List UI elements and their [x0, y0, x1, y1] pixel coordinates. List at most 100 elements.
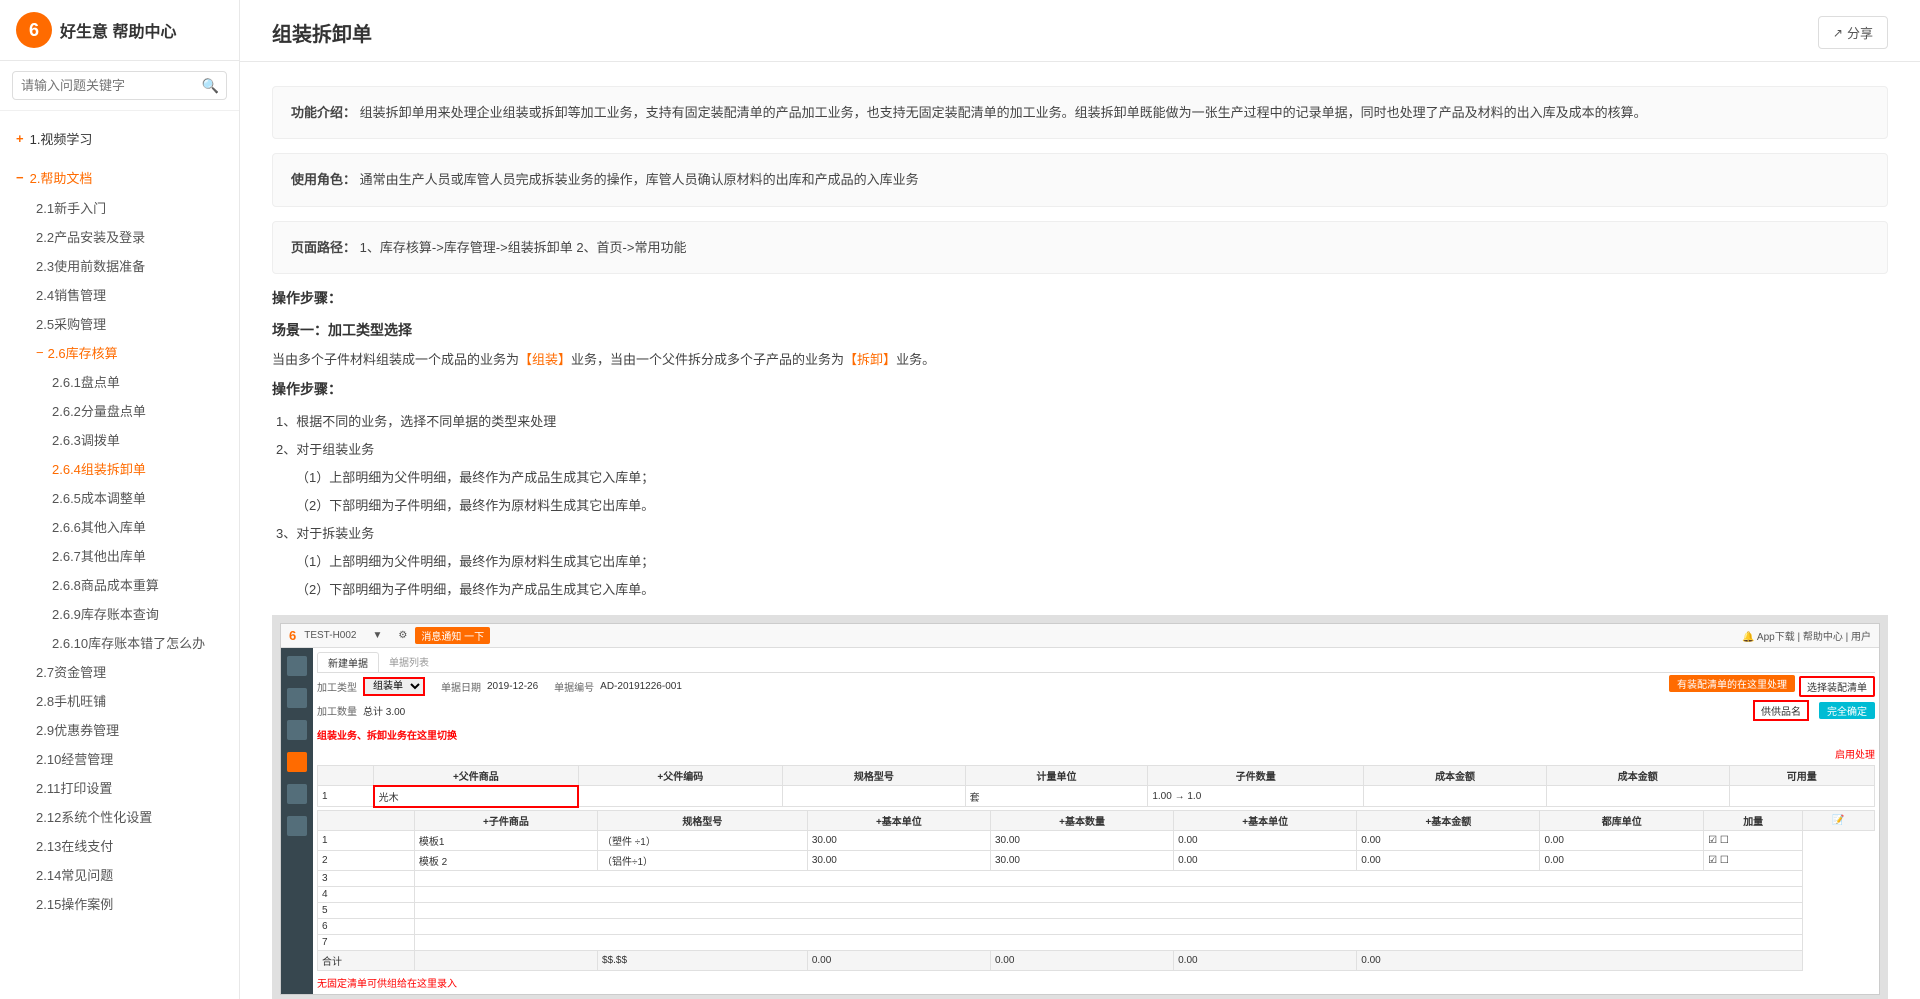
sidebar-item-other-out[interactable]: 2.6.7其他出库单: [0, 541, 239, 570]
func-intro-label: 功能介绍：: [291, 105, 356, 120]
sim-lower-th6: +基本单位: [1174, 810, 1357, 830]
path-text: 1、库存核算->库存管理->组装拆卸单 2、首页->常用功能: [360, 240, 687, 255]
sim-lower-td-empty7: [414, 934, 1802, 950]
sim-th-qty-in: 子件数量: [1148, 765, 1364, 786]
sim-lower-td-idx4: 4: [318, 886, 415, 902]
sidebar-item-videos[interactable]: + 1.视频学习: [0, 123, 239, 154]
sim-type-select[interactable]: 组装单 拆卸单: [363, 677, 425, 696]
sim-lower-td-qty1: 30.00: [990, 830, 1173, 850]
sim-label-qty: 加工数量: [317, 703, 357, 718]
sim-lower-td-extra2: ☑ ☐: [1704, 850, 1803, 870]
sidebar-item-inv-ledger[interactable]: 2.6.9库存账本查询: [0, 599, 239, 628]
sim-toggle-row: 组装业务、拆卸业务在这里切换: [317, 727, 1875, 742]
sidebar-item-inv-error[interactable]: 2.6.10库存账本错了怎么办: [0, 628, 239, 657]
screenshot-wrapper: 6 TEST-H002 ▼ ⚙ 消息通知 一下 🔔 App下载 | 帮助中心 |…: [272, 615, 1888, 999]
sim-date-val: 2019-12-26: [487, 681, 538, 692]
sidebar-item-cases[interactable]: 2.15操作案例: [0, 889, 239, 918]
step3: 3、对于拆装业务: [276, 521, 1888, 547]
sim-qiyong-input: 供供品名: [1753, 700, 1809, 721]
sim-th-parent-goods: +父件商品: [374, 765, 578, 786]
annotation-no-bom: 无固定清单可供组给在这里录入: [317, 979, 457, 990]
search-input[interactable]: [12, 71, 227, 100]
sim-lower-row-4: 4: [318, 886, 1875, 902]
sim-lower-td-inv2: 0.00: [1540, 850, 1704, 870]
sidebar-item-personalize[interactable]: 2.12系统个性化设置: [0, 802, 239, 831]
sim-lower-td-idx5: 5: [318, 902, 415, 918]
sim-select-bom-btn[interactable]: 选择装配清单: [1799, 676, 1875, 697]
sim-tabs: 新建单据 单据列表: [317, 652, 1875, 673]
sidebar-item-data-prep[interactable]: 2.3使用前数据准备: [0, 251, 239, 280]
sidebar-item-cost-recalc[interactable]: 2.6.8商品成本重算: [0, 570, 239, 599]
sim-lower-td-base1: 0.00: [1357, 830, 1540, 850]
sim-lower-td-spec2: （铝件÷1）: [598, 850, 808, 870]
sidebar-nav: + 1.视频学习 − 2.帮助文档 2.1新手入门 2.2产品安装及登录 2.3…: [0, 111, 239, 999]
main-header: 组装拆卸单 ↗ 分享: [240, 0, 1920, 62]
sim-lower-td-amt1: 0.00: [1174, 830, 1357, 850]
sidebar-item-faq[interactable]: 2.14常见问题: [0, 860, 239, 889]
sidebar-item-assembly[interactable]: 2.6.4组装拆卸单: [0, 454, 239, 483]
highlight-assemble: 【组装】: [519, 352, 571, 367]
sim-lower-th8: 都库单位: [1540, 810, 1704, 830]
sidebar-item-newbie[interactable]: 2.1新手入门: [0, 193, 239, 222]
share-button[interactable]: ↗ 分享: [1818, 16, 1888, 49]
sim-tab-inactive: 单据列表: [379, 652, 439, 672]
sidebar-item-cost-adjust[interactable]: 2.6.5成本调整单: [0, 483, 239, 512]
sim-qiyong-label: 供供品名: [1761, 707, 1801, 718]
sim-lower-td-empty6: [414, 918, 1802, 934]
sim-th-unit-cost: 成本金额: [1546, 765, 1729, 786]
share-label: 分享: [1847, 23, 1873, 42]
sidebar-item-mobile[interactable]: 2.8手机旺铺: [0, 686, 239, 715]
sim-confirm-btn[interactable]: 完全确定: [1819, 702, 1875, 719]
sidebar-item-transfer[interactable]: 2.6.3调拨单: [0, 425, 239, 454]
sim-lower-td-qty2: 30.00: [990, 850, 1173, 870]
sim-lower-th9: 加量: [1704, 810, 1803, 830]
sidebar-item-partial-stocktake[interactable]: 2.6.2分量盘点单: [0, 396, 239, 425]
annotation-bom: 有装配清单的在这里处理: [1669, 675, 1795, 692]
ops-section: 操作步骤： 场景一：加工类型选择 当由多个子件材料组装成一个成品的业务为【组装】…: [272, 288, 1888, 603]
sim-lower-td-idx2: 2: [318, 850, 415, 870]
page-title: 组装拆卸单: [272, 18, 372, 47]
step2: 2、对于组装业务: [276, 437, 1888, 463]
func-intro-text: 组装拆卸单用来处理企业组装或拆卸等加工业务，支持有固定装配清单的产品加工业务，也…: [360, 105, 1647, 120]
sidebar-item-docs[interactable]: − 2.帮助文档: [0, 162, 239, 193]
role-text: 通常由生产人员或库管人员完成拆装业务的操作，库管人员确认原材料的出库和产成品的入…: [360, 172, 919, 187]
steps-list: 1、根据不同的业务，选择不同单据的类型来处理 2、对于组装业务 （1）上部明细为…: [272, 409, 1888, 603]
sim-lower-tfoot-c1: 0.00: [807, 950, 990, 970]
sim-td-idx: 1: [318, 786, 374, 807]
sidebar-item-print[interactable]: 2.11打印设置: [0, 773, 239, 802]
sim-label-docno: 单据编号: [554, 679, 594, 694]
sim-td-spec: [783, 786, 966, 807]
annotation-toggle: 组装业务、拆卸业务在这里切换: [317, 727, 457, 742]
sidebar-item-sales[interactable]: 2.4销售管理: [0, 280, 239, 309]
sidebar-item-purchase[interactable]: 2.5采购管理: [0, 309, 239, 338]
role-block: 使用角色： 通常由生产人员或库管人员完成拆装业务的操作，库管人员确认原材料的出库…: [272, 153, 1888, 206]
sim-lower-th2: +子件商品: [414, 810, 597, 830]
sim-lower-td-empty3: [414, 870, 1802, 886]
share-icon: ↗: [1833, 26, 1843, 40]
sim-lower-tfoot-empty: [414, 950, 597, 970]
sidebar-label-docs: 2.帮助文档: [30, 168, 93, 187]
sim-lower-td-spec1: （塑件 ÷1）: [598, 830, 808, 850]
sim-td-unit-cost: [1546, 786, 1729, 807]
step1: 1、根据不同的业务，选择不同单据的类型来处理: [276, 409, 1888, 435]
logo-icon: 6: [16, 12, 52, 48]
sidebar-item-stocktake[interactable]: 2.6.1盘点单: [0, 367, 239, 396]
sim-lower-td-unit1: 30.00: [807, 830, 990, 850]
ops-label: 操作步骤：: [272, 288, 1888, 308]
search-icon[interactable]: 🔍: [202, 77, 219, 94]
sidebar-item-inventory[interactable]: − 2.6库存核算: [0, 338, 239, 367]
sim-lower-tfoot-c3: 0.00: [1174, 950, 1357, 970]
search-box: 🔍: [0, 61, 239, 111]
step3-sub1: （1）上部明细为父件明细，最终作为原材料生成其它出库单；: [276, 549, 1888, 575]
sidebar-item-coupons[interactable]: 2.9优惠券管理: [0, 715, 239, 744]
sidebar-item-ops-mgmt[interactable]: 2.10经营管理: [0, 744, 239, 773]
highlight-disassemble: 【拆卸】: [844, 352, 896, 367]
sim-lower-row-3: 3: [318, 870, 1875, 886]
sidebar-item-other-in[interactable]: 2.6.6其他入库单: [0, 512, 239, 541]
sim-lower-th10: 📝: [1803, 810, 1875, 830]
step2-sub2: （2）下部明细为子件明细，最终作为原材料生成其它出库单。: [276, 493, 1888, 519]
sim-qty-val: 总计 3.00: [363, 703, 405, 718]
sidebar-item-install[interactable]: 2.2产品安装及登录: [0, 222, 239, 251]
sidebar-item-payment[interactable]: 2.13在线支付: [0, 831, 239, 860]
sidebar-item-finance[interactable]: 2.7资金管理: [0, 657, 239, 686]
